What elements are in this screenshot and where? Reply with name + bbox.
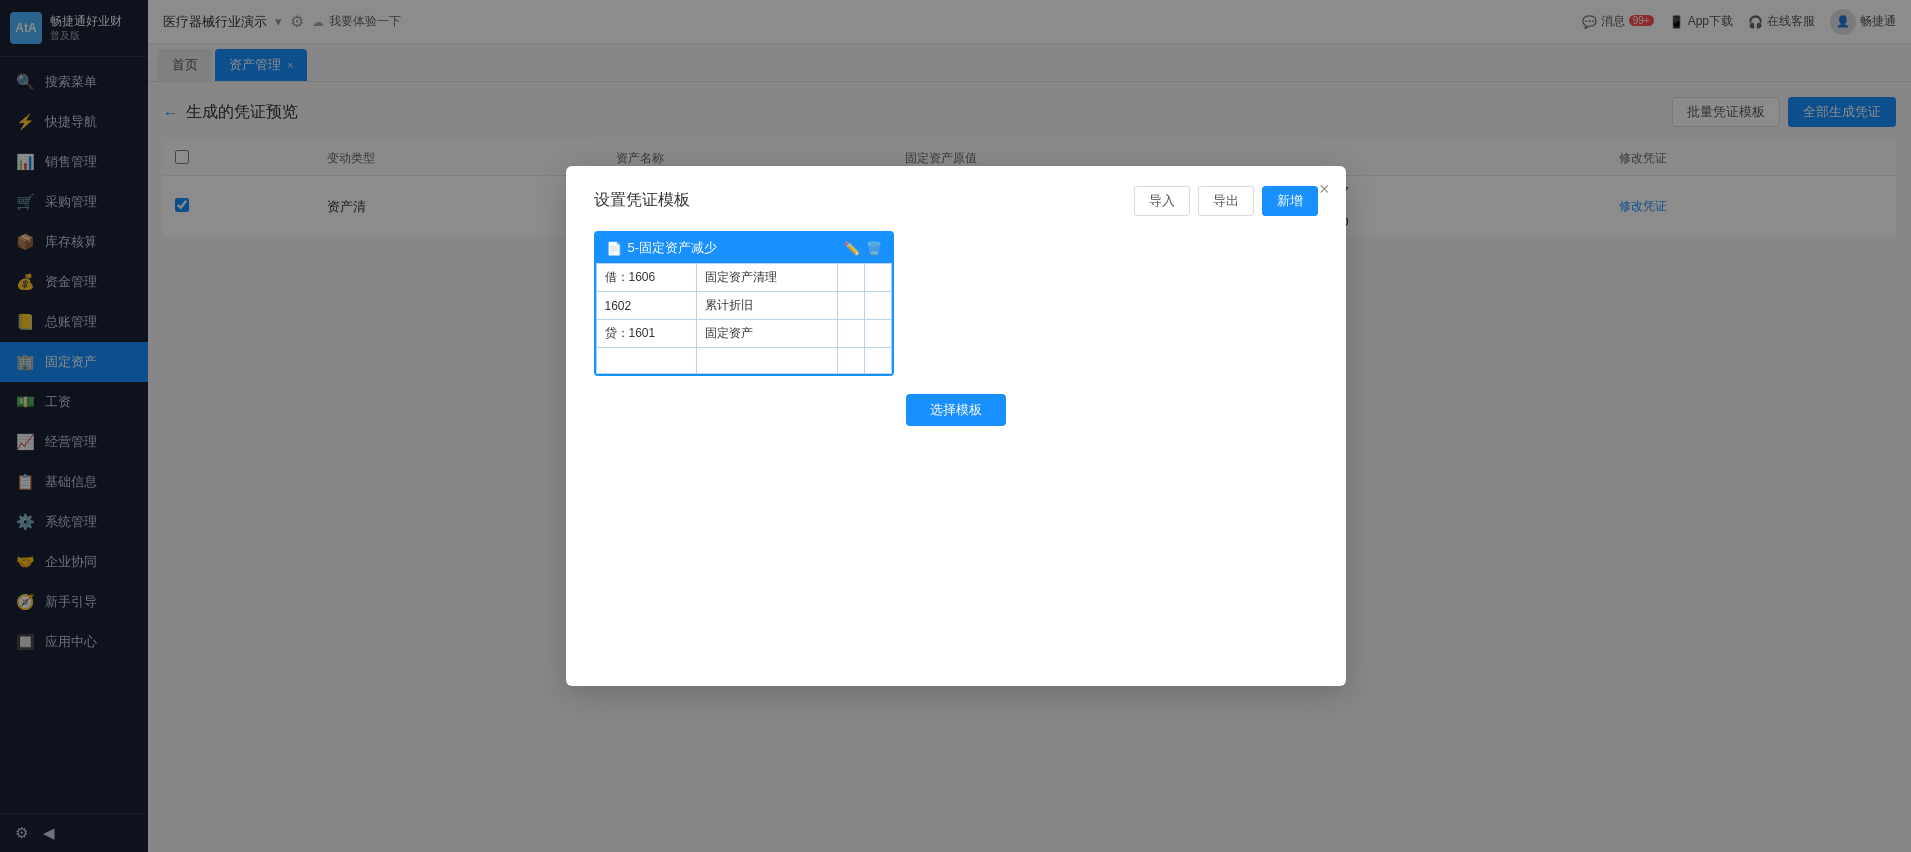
template-card-title: 5-固定资产减少 bbox=[628, 239, 838, 257]
import-button[interactable]: 导入 bbox=[1134, 186, 1190, 216]
new-button[interactable]: 新增 bbox=[1262, 186, 1318, 216]
template-edit-icon[interactable]: ✏️ bbox=[844, 241, 860, 256]
modal: 设置凭证模板 导入 导出 新增 × 📄 5-固定资产减少 ✏️ 🗑️ 借：160… bbox=[566, 166, 1346, 686]
template-row: 1602 累计折旧 bbox=[596, 292, 891, 320]
template-file-icon: 📄 bbox=[606, 241, 622, 256]
modal-overlay: 设置凭证模板 导入 导出 新增 × 📄 5-固定资产减少 ✏️ 🗑️ 借：160… bbox=[0, 0, 1911, 852]
template-card-header: 📄 5-固定资产减少 ✏️ 🗑️ bbox=[596, 233, 892, 263]
template-card-icons: ✏️ 🗑️ bbox=[844, 241, 882, 256]
template-delete-icon[interactable]: 🗑️ bbox=[866, 241, 882, 256]
select-template-button[interactable]: 选择模板 bbox=[906, 394, 1006, 426]
template-row bbox=[596, 348, 891, 374]
template-row: 贷：1601 固定资产 bbox=[596, 320, 891, 348]
modal-close-button[interactable]: × bbox=[1319, 180, 1330, 198]
template-table: 借：1606 固定资产清理 1602 累计折旧 贷：1601 固定资产 bbox=[596, 263, 892, 374]
modal-actions: 导入 导出 新增 bbox=[1134, 186, 1318, 216]
export-button[interactable]: 导出 bbox=[1198, 186, 1254, 216]
modal-body: 📄 5-固定资产减少 ✏️ 🗑️ 借：1606 固定资产清理 1602 累计折旧… bbox=[594, 231, 1318, 426]
template-row: 借：1606 固定资产清理 bbox=[596, 264, 891, 292]
template-card: 📄 5-固定资产减少 ✏️ 🗑️ 借：1606 固定资产清理 1602 累计折旧… bbox=[594, 231, 894, 376]
